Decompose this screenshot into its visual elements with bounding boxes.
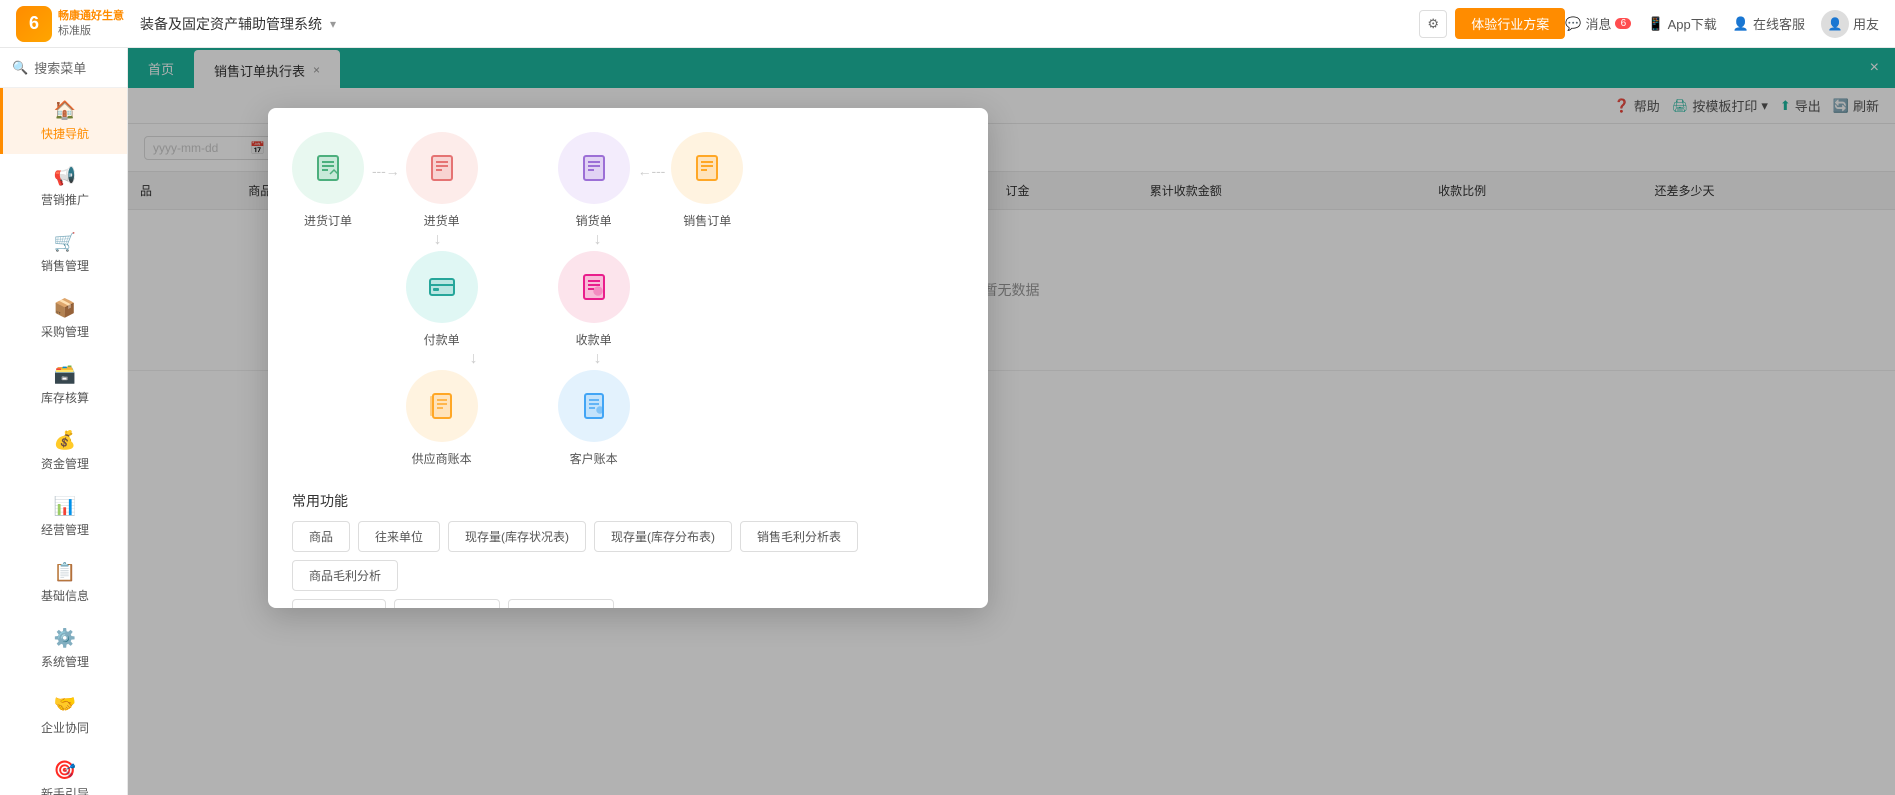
user-area[interactable]: 👤 用友 [1821, 10, 1879, 38]
flow-diagram: 进货订单 - - - → 进货单 [292, 132, 964, 467]
sales-bill-circle[interactable] [558, 132, 630, 204]
content-area: 首页 销售订单执行表 × × ❓ 帮助 🖨 按 [128, 48, 1895, 795]
func-buttons-row1: 商品 往来单位 现存量(库存状况表) 现存量(库存分布表) 销售毛利分析表 商品… [292, 521, 964, 591]
newbie-icon: 🎯 [54, 760, 76, 781]
func-btn-product[interactable]: 商品 [292, 521, 350, 552]
flow-payment-bill: 付款单 [406, 251, 478, 348]
sidebar-search[interactable]: 🔍 搜索菜单 [0, 48, 127, 88]
operations-icon: 📊 [54, 496, 76, 517]
func-btn-receipt-stats[interactable]: 收款情况统计 [394, 599, 500, 608]
arrow-sales-order-to-bill: ← - - - [630, 163, 672, 179]
func-btn-payment-stats[interactable]: 付款情况统计 [508, 599, 614, 608]
sidebar-item-marketing[interactable]: 📢 营销推广 [0, 154, 127, 220]
search-icon: 🔍 [12, 60, 28, 76]
online-service-btn[interactable]: 👤 在线客服 [1733, 14, 1805, 33]
purchase-icon: 📦 [54, 298, 76, 319]
flow-supplier-ledger: 供应商账本 [406, 370, 478, 467]
settings-icon-btn[interactable]: ⚙ [1419, 10, 1447, 38]
receipt-bill-circle[interactable] [558, 251, 630, 323]
app-wrapper: 6 畅康通好生意 标准版 装备及固定资产辅助管理系统 ▾ ⚙ 体验行业方案 💬 … [0, 0, 1895, 795]
system-icon: ⚙️ [54, 628, 76, 649]
inventory-icon: 🗃️ [54, 364, 76, 385]
logo-text: 畅康通好生意 标准版 [58, 9, 124, 38]
service-icon: 👤 [1733, 16, 1749, 32]
sidebar-item-system[interactable]: ⚙️ 系统管理 [0, 616, 127, 682]
supplier-ledger-circle[interactable] [406, 370, 478, 442]
flow-sales-bill: 销货单 [558, 132, 630, 229]
common-functions-section: 常用功能 商品 往来单位 现存量(库存状况表) 现存量(库存分布表) 销售毛利分… [292, 491, 964, 608]
arrow-receipt-down: ↓ [594, 350, 602, 368]
func-btn-sales-ranking[interactable]: 销售排行榜 [292, 599, 386, 608]
flow-customer-ledger: 客户账本 [558, 370, 630, 467]
payment-bill-circle[interactable] [406, 251, 478, 323]
modal-overlay: 进货订单 - - - → 进货单 [128, 48, 1895, 795]
sidebar-item-basic-info[interactable]: 📋 基础信息 [0, 550, 127, 616]
sidebar-item-purchase[interactable]: 📦 采购管理 [0, 286, 127, 352]
dropdown-icon[interactable]: ▾ [330, 17, 336, 31]
customer-ledger-circle[interactable] [558, 370, 630, 442]
top-right-area: 💬 消息 6 📱 App下载 👤 在线客服 👤 用友 [1565, 10, 1879, 38]
sales-order-circle[interactable] [671, 132, 743, 204]
experience-button[interactable]: 体验行业方案 [1455, 8, 1565, 39]
sidebar-item-inventory[interactable]: 🗃️ 库存核算 [0, 352, 127, 418]
main-area: 🔍 搜索菜单 🏠 快捷导航 📢 营销推广 🛒 销售管理 📦 采购管理 🗃️ [0, 48, 1895, 795]
sidebar-item-newbie[interactable]: 🎯 新手引导 [0, 748, 127, 795]
home-icon: 🏠 [54, 100, 76, 121]
logo-icon: 6 [16, 6, 52, 42]
purchase-bill-circle[interactable] [406, 132, 478, 204]
func-btn-product-profit[interactable]: 商品毛利分析 [292, 560, 398, 591]
marketing-icon: 📢 [54, 166, 76, 187]
system-name-label: 装备及固定资产辅助管理系统 [140, 14, 322, 34]
finance-icon: 💰 [54, 430, 76, 451]
user-avatar: 👤 [1821, 10, 1849, 38]
message-icon: 💬 [1565, 16, 1581, 32]
enterprise-icon: 🤝 [54, 694, 76, 715]
flow-sales-order: 销售订单 [671, 132, 743, 229]
phone-icon: 📱 [1647, 16, 1663, 32]
flow-receipt-bill: 收款单 [558, 251, 630, 348]
arrow-purchase-bill-down: ↓ [434, 231, 442, 249]
arrow-payment-down: ↓ [470, 350, 478, 368]
purchase-order-circle[interactable] [292, 132, 364, 204]
sidebar-item-quick-nav[interactable]: 🏠 快捷导航 [0, 88, 127, 154]
func-btn-partners[interactable]: 往来单位 [358, 521, 440, 552]
common-functions-title: 常用功能 [292, 491, 964, 511]
arrow-purchase-order-to-bill: - - - → [364, 163, 406, 179]
sidebar: 🔍 搜索菜单 🏠 快捷导航 📢 营销推广 🛒 销售管理 📦 采购管理 🗃️ [0, 48, 128, 795]
sidebar-item-finance[interactable]: 💰 资金管理 [0, 418, 127, 484]
sidebar-item-operations[interactable]: 📊 经营管理 [0, 484, 127, 550]
sidebar-item-sales[interactable]: 🛒 销售管理 [0, 220, 127, 286]
sidebar-item-enterprise[interactable]: 🤝 企业协同 [0, 682, 127, 748]
message-badge: 6 [1615, 18, 1631, 29]
system-title: 装备及固定资产辅助管理系统 ▾ [140, 14, 1411, 34]
message-btn[interactable]: 💬 消息 6 [1565, 14, 1631, 33]
func-btn-stock-distribution[interactable]: 现存量(库存分布表) [594, 521, 732, 552]
func-btn-stock-status[interactable]: 现存量(库存状况表) [448, 521, 586, 552]
quick-nav-modal: 进货订单 - - - → 进货单 [268, 108, 988, 608]
basic-info-icon: 📋 [54, 562, 76, 583]
app-download-btn[interactable]: 📱 App下载 [1647, 14, 1716, 33]
flow-purchase-order: 进货订单 [292, 132, 364, 229]
flow-purchase-bill: 进货单 [406, 132, 478, 229]
arrow-sales-bill-down: ↓ [594, 231, 602, 249]
top-bar: 6 畅康通好生意 标准版 装备及固定资产辅助管理系统 ▾ ⚙ 体验行业方案 💬 … [0, 0, 1895, 48]
sales-icon: 🛒 [54, 232, 76, 253]
func-buttons-row2: 销售排行榜 收款情况统计 付款情况统计 [292, 599, 964, 608]
func-btn-sales-profit-analysis[interactable]: 销售毛利分析表 [740, 521, 858, 552]
